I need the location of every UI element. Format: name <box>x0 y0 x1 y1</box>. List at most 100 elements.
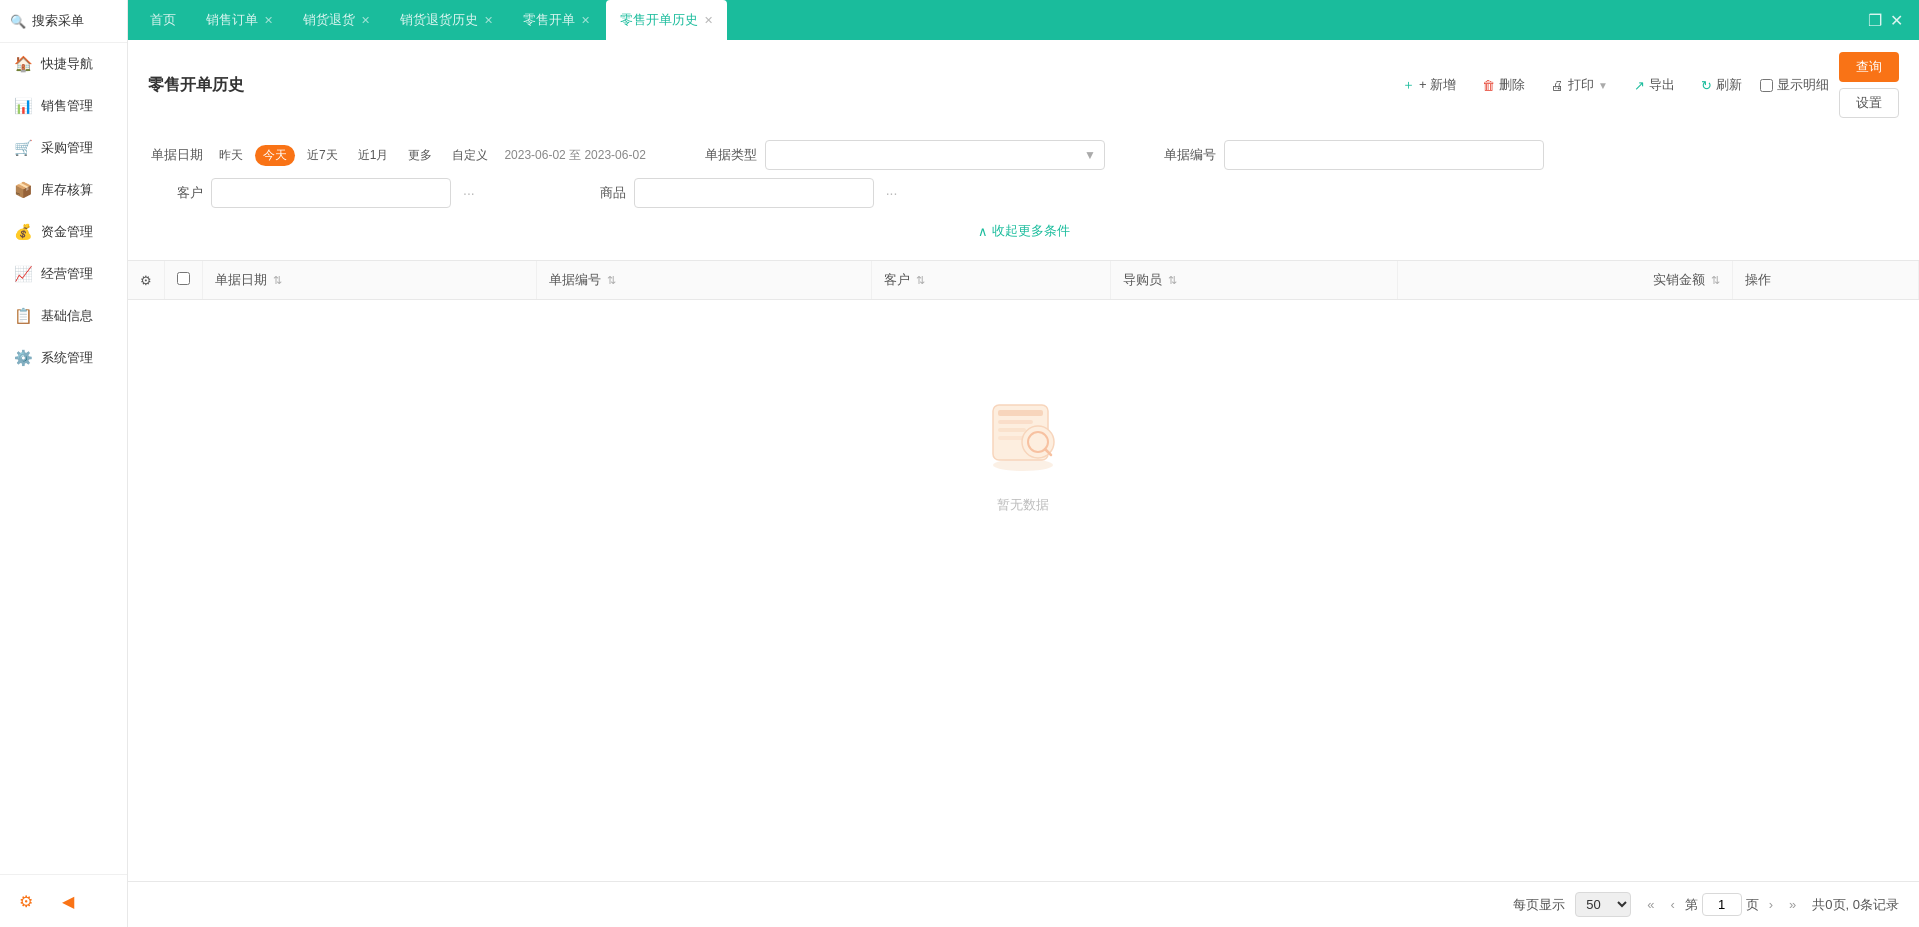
export-button[interactable]: ↗ 导出 <box>1626 72 1683 98</box>
tab-close-sales-return[interactable]: ✕ <box>361 14 370 27</box>
sidebar-collapse-button[interactable]: ◀ <box>52 885 84 917</box>
sidebar-icon-purchase-mgmt: 🛒 <box>14 139 33 157</box>
date-today[interactable]: 今天 <box>255 145 295 166</box>
tab-home[interactable]: 首页 <box>136 0 190 40</box>
sidebar-item-basic-info[interactable]: 📋基础信息 <box>0 295 127 337</box>
doctype-dropdown[interactable]: ▼ <box>765 140 1105 170</box>
sort-amount-icon[interactable]: ⇅ <box>1711 274 1720 286</box>
th-customer: 客户 ⇅ <box>871 261 1111 300</box>
page-text: 第 <box>1685 896 1698 914</box>
page-content: 零售开单历史 ＋ + 新增 🗑 删除 🖨 打印 ▼ <box>128 40 1919 927</box>
collapse-more-button[interactable]: ∧ 收起更多条件 <box>148 216 1899 250</box>
doctype-label: 单据类型 <box>702 146 757 164</box>
table-empty-row: 暂无数据 <box>128 300 1919 595</box>
empty-text: 暂无数据 <box>997 496 1049 514</box>
page-number-input[interactable] <box>1702 893 1742 916</box>
page-nav: « ‹ 第 页 › » <box>1641 893 1802 916</box>
date-more[interactable]: 更多 <box>400 145 440 166</box>
date-yesterday[interactable]: 昨天 <box>211 145 251 166</box>
tab-sales-return[interactable]: 销货退货✕ <box>289 0 384 40</box>
goods-input[interactable] <box>634 178 874 208</box>
toolbar: ＋ + 新增 🗑 删除 🖨 打印 ▼ ↗ 导出 <box>1394 52 1899 118</box>
sort-no-icon[interactable]: ⇅ <box>607 274 616 286</box>
th-settings[interactable]: ⚙ <box>128 261 165 300</box>
sidebar-label-quick-nav: 快捷导航 <box>41 55 93 73</box>
tab-retail-open-history[interactable]: 零售开单历史 ✕ <box>606 0 727 40</box>
display-detail-checkbox[interactable] <box>1760 79 1773 92</box>
date-last1month[interactable]: 近1月 <box>350 145 397 166</box>
sidebar-item-inventory[interactable]: 📦库存核算 <box>0 169 127 211</box>
th-date: 单据日期 ⇅ <box>203 261 537 300</box>
date-filter-label: 单据日期 <box>148 146 203 164</box>
date-last7days[interactable]: 近7天 <box>299 145 346 166</box>
setting-button[interactable]: 设置 <box>1839 88 1899 118</box>
th-checkbox[interactable] <box>165 261 203 300</box>
page-size-select[interactable]: 20 50 100 200 <box>1575 892 1631 917</box>
table-header-row: ⚙ 单据日期 ⇅ 单据编号 ⇅ <box>128 261 1919 300</box>
tab-label-retail-open-history: 零售开单历史 <box>620 11 698 29</box>
tab-bar-right: ❐ ✕ <box>1868 11 1911 30</box>
collapse-icon: ∧ <box>978 224 988 239</box>
select-all-checkbox[interactable] <box>177 272 190 285</box>
tab-label-home: 首页 <box>150 11 176 29</box>
customer-dotdot[interactable]: ··· <box>463 185 475 201</box>
window-close-button[interactable]: ✕ <box>1890 11 1903 30</box>
tab-close-retail-open-history[interactable]: ✕ <box>704 14 713 27</box>
goods-dotdot[interactable]: ··· <box>886 185 898 201</box>
print-button[interactable]: 🖨 打印 ▼ <box>1543 72 1616 98</box>
display-detail-toggle[interactable]: 显示明细 <box>1760 76 1829 94</box>
sidebar-label-finance: 资金管理 <box>41 223 93 241</box>
prev-page-button[interactable]: ‹ <box>1664 894 1680 915</box>
refresh-button[interactable]: ↻ 刷新 <box>1693 72 1750 98</box>
sidebar-label-purchase-mgmt: 采购管理 <box>41 139 93 157</box>
date-range-display: 2023-06-02 至 2023-06-02 <box>504 147 645 164</box>
th-action: 操作 <box>1732 261 1918 300</box>
sort-customer-icon[interactable]: ⇅ <box>916 274 925 286</box>
date-custom[interactable]: 自定义 <box>444 145 496 166</box>
sort-date-icon[interactable]: ⇅ <box>273 274 282 286</box>
filter-area: 单据日期 昨天 今天 近7天 近1月 更多 自定义 2023-06-02 至 2… <box>148 130 1899 260</box>
sidebar-label-basic-info: 基础信息 <box>41 307 93 325</box>
page-header: 零售开单历史 ＋ + 新增 🗑 删除 🖨 打印 ▼ <box>128 40 1919 261</box>
filter-doctype: 单据类型 ▼ <box>702 140 1105 170</box>
tab-sales-return-history[interactable]: 销货退货历史✕ <box>386 0 507 40</box>
sidebar-item-finance[interactable]: 💰资金管理 <box>0 211 127 253</box>
sidebar-item-purchase-mgmt[interactable]: 🛒 采购管理 <box>0 127 127 169</box>
sidebar-search[interactable]: 🔍 搜索采单 <box>0 0 127 43</box>
tab-close-sales-return-history[interactable]: ✕ <box>484 14 493 27</box>
goods-label: 商品 <box>571 184 626 202</box>
sidebar-icon-operations: 📈 <box>14 265 33 283</box>
page-title-row: 零售开单历史 ＋ + 新增 🗑 删除 🖨 打印 ▼ <box>148 52 1899 118</box>
docno-input[interactable] <box>1224 140 1544 170</box>
sidebar-label-operations: 经营管理 <box>41 265 93 283</box>
add-icon: ＋ <box>1402 76 1415 94</box>
tab-close-retail-open[interactable]: ✕ <box>581 14 590 27</box>
sidebar-item-quick-nav[interactable]: 🏠 快捷导航 <box>0 43 127 85</box>
add-button[interactable]: ＋ + 新增 <box>1394 72 1464 98</box>
tab-retail-open[interactable]: 零售开单✕ <box>509 0 604 40</box>
sidebar-icon-inventory: 📦 <box>14 181 33 199</box>
table-settings-icon[interactable]: ⚙ <box>140 273 152 288</box>
filter-row-2: 客户 ··· 商品 ··· <box>148 178 1899 208</box>
svg-rect-3 <box>998 420 1033 424</box>
sidebar-icon-quick-nav: 🏠 <box>14 55 33 73</box>
sidebar-item-sys-mgmt[interactable]: ⚙️系统管理 <box>0 337 127 379</box>
query-button[interactable]: 查询 <box>1839 52 1899 82</box>
sidebar-item-operations[interactable]: 📈 经营管理 <box>0 253 127 295</box>
window-restore-button[interactable]: ❐ <box>1868 11 1882 30</box>
svg-rect-4 <box>998 428 1026 432</box>
next-page-button[interactable]: › <box>1763 894 1779 915</box>
delete-button[interactable]: 🗑 删除 <box>1474 72 1533 98</box>
sidebar-item-sales-mgmt[interactable]: 📊销售管理 <box>0 85 127 127</box>
data-table: ⚙ 单据日期 ⇅ 单据编号 ⇅ <box>128 261 1919 594</box>
tab-sales-order[interactable]: 销售订单✕ <box>192 0 287 40</box>
tab-close-sales-order[interactable]: ✕ <box>264 14 273 27</box>
sidebar-search-label: 搜索采单 <box>32 12 84 30</box>
sidebar-label-sales-mgmt: 销售管理 <box>41 97 93 115</box>
sort-guide-icon[interactable]: ⇅ <box>1168 274 1177 286</box>
customer-input[interactable] <box>211 178 451 208</box>
page-size-label: 每页显示 <box>1513 896 1565 914</box>
sidebar-settings-button[interactable]: ⚙ <box>10 885 42 917</box>
first-page-button[interactable]: « <box>1641 894 1660 915</box>
last-page-button[interactable]: » <box>1783 894 1802 915</box>
